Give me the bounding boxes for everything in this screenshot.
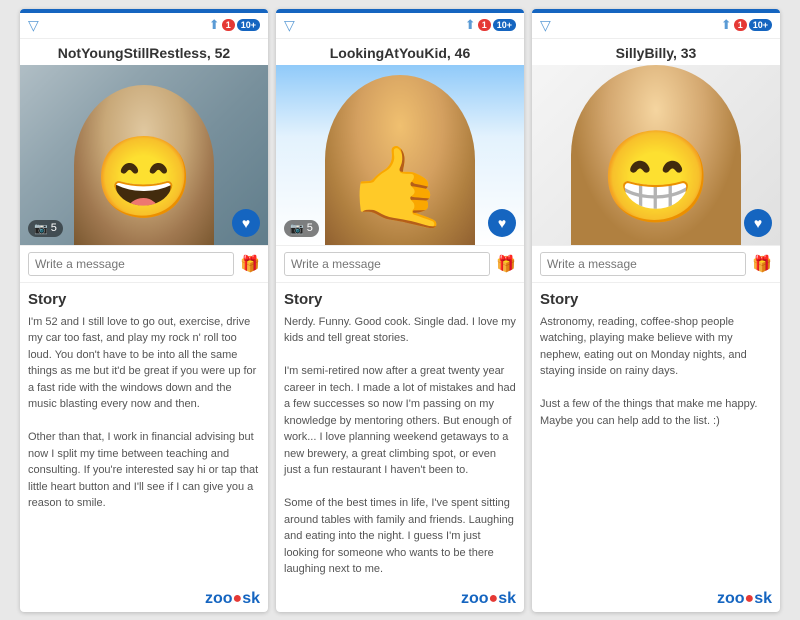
profile-card-3: ▽ ⬆ 1 10+ SillyBilly, 33 ♥ 🎁 Story Astro… — [532, 9, 780, 612]
message-input[interactable] — [28, 252, 234, 276]
badge-red: 1 — [478, 19, 491, 31]
story-section: Story Astronomy, reading, coffee-shop pe… — [532, 283, 780, 586]
badge-red: 1 — [734, 19, 747, 31]
header-right: ⬆ 1 10+ — [465, 17, 516, 33]
profile-photo[interactable]: 📷 5 ♥ — [276, 65, 524, 245]
notification-bell: ⬆ 1 10+ — [721, 17, 772, 33]
header-right: ⬆ 1 10+ — [721, 17, 772, 33]
profile-name: LookingAtYouKid, 46 — [276, 39, 524, 65]
gift-button[interactable]: 🎁 — [752, 254, 772, 274]
zoosk-logo: zoo●sk — [205, 590, 260, 607]
story-text: Astronomy, reading, coffee-shop people w… — [540, 314, 772, 430]
story-label: Story — [28, 291, 260, 308]
zoosk-dot: ● — [745, 590, 755, 607]
story-label: Story — [284, 291, 516, 308]
filter-icon[interactable]: ▽ — [28, 17, 39, 34]
zoosk-dot: ● — [489, 590, 499, 607]
story-text: I'm 52 and I still love to go out, exerc… — [28, 314, 260, 512]
upload-icon[interactable]: ⬆ — [721, 17, 732, 33]
story-text: Nerdy. Funny. Good cook. Single dad. I l… — [284, 314, 516, 578]
card-footer: zoo●sk — [276, 586, 524, 612]
upload-icon[interactable]: ⬆ — [465, 17, 476, 33]
camera-icon: 📷 — [290, 222, 304, 235]
message-row: 🎁 — [20, 245, 268, 283]
heart-button[interactable]: ♥ — [744, 209, 772, 237]
heart-button[interactable]: ♥ — [488, 209, 516, 237]
badge-blue: 10+ — [749, 19, 772, 31]
gift-button[interactable]: 🎁 — [240, 254, 260, 274]
badge-blue: 10+ — [493, 19, 516, 31]
card-footer: zoo●sk — [20, 586, 268, 612]
story-section: Story I'm 52 and I still love to go out,… — [20, 283, 268, 586]
upload-icon[interactable]: ⬆ — [209, 17, 220, 33]
profile-card-2: ▽ ⬆ 1 10+ LookingAtYouKid, 46 📷 5 ♥ 🎁 St… — [276, 9, 524, 612]
profile-card-1: ▽ ⬆ 1 10+ NotYoungStillRestless, 52 📷 5 … — [20, 9, 268, 612]
photo-count: 📷 5 — [284, 220, 319, 237]
story-section: Story Nerdy. Funny. Good cook. Single da… — [276, 283, 524, 586]
message-input[interactable] — [284, 252, 490, 276]
message-row: 🎁 — [276, 245, 524, 283]
notification-bell: ⬆ 1 10+ — [209, 17, 260, 33]
profile-name: NotYoungStillRestless, 52 — [20, 39, 268, 65]
gift-button[interactable]: 🎁 — [496, 254, 516, 274]
camera-icon: 📷 — [34, 222, 48, 235]
story-label: Story — [540, 291, 772, 308]
badge-blue: 10+ — [237, 19, 260, 31]
zoosk-dot: ● — [233, 590, 243, 607]
profile-name: SillyBilly, 33 — [532, 39, 780, 65]
photo-count: 📷 5 — [28, 220, 63, 237]
profile-photo[interactable]: 📷 5 ♥ — [20, 65, 268, 245]
card-footer: zoo●sk — [532, 586, 780, 612]
filter-icon[interactable]: ▽ — [540, 17, 551, 34]
card-header: ▽ ⬆ 1 10+ — [20, 13, 268, 39]
cards-container: ▽ ⬆ 1 10+ NotYoungStillRestless, 52 📷 5 … — [12, 1, 788, 620]
message-input[interactable] — [540, 252, 746, 276]
zoosk-logo: zoo●sk — [717, 590, 772, 607]
profile-photo[interactable]: ♥ — [532, 65, 780, 245]
zoosk-logo: zoo●sk — [461, 590, 516, 607]
message-row: 🎁 — [532, 245, 780, 283]
heart-button[interactable]: ♥ — [232, 209, 260, 237]
header-right: ⬆ 1 10+ — [209, 17, 260, 33]
badge-red: 1 — [222, 19, 235, 31]
card-header: ▽ ⬆ 1 10+ — [276, 13, 524, 39]
filter-icon[interactable]: ▽ — [284, 17, 295, 34]
notification-bell: ⬆ 1 10+ — [465, 17, 516, 33]
card-header: ▽ ⬆ 1 10+ — [532, 13, 780, 39]
